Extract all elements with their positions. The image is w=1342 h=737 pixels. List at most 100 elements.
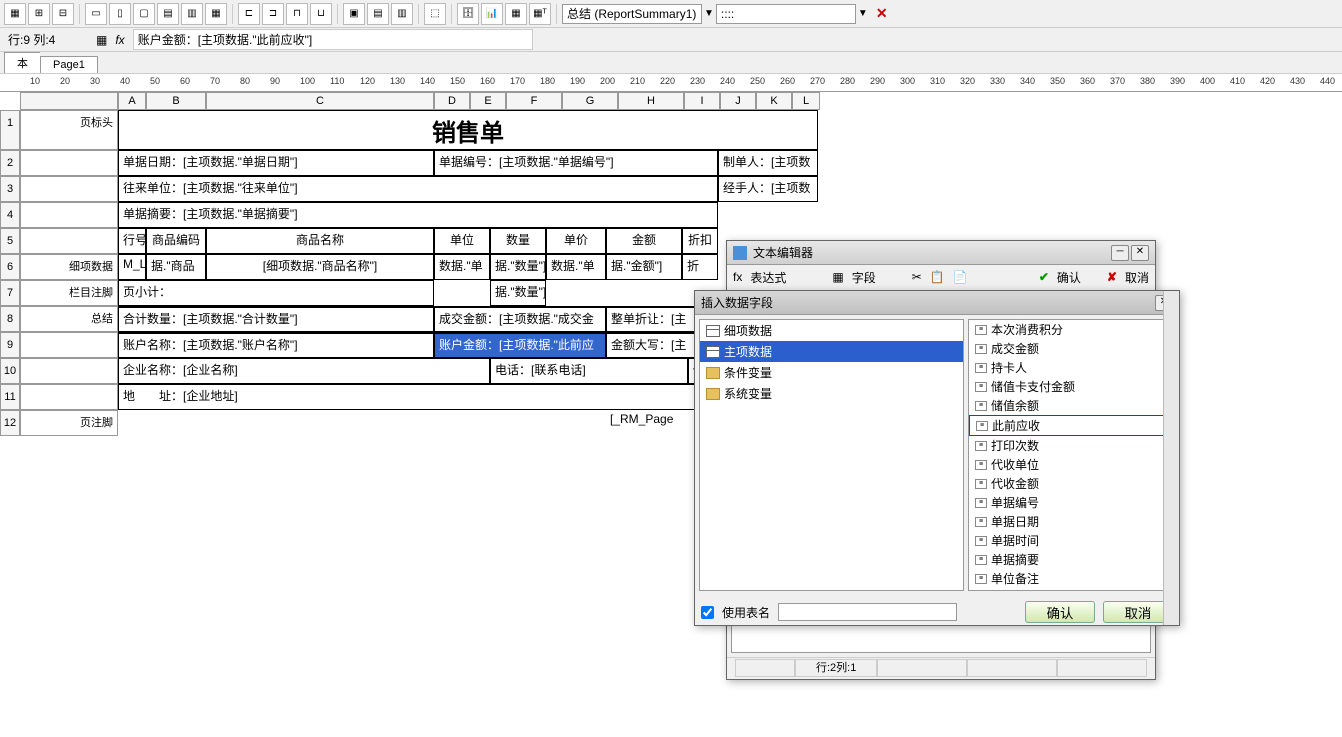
tb-btn-3[interactable]: ⊟: [52, 3, 74, 25]
tb-btn-7[interactable]: ▤: [157, 3, 179, 25]
cell-r2c1[interactable]: 单据日期：[主项数据."单据日期"]: [118, 150, 434, 176]
cell-r6-1[interactable]: M_L: [118, 254, 146, 280]
cell-r4c1[interactable]: 单据摘要：[主项数据."单据摘要"]: [118, 202, 718, 228]
cell-r2c2[interactable]: 单据编号：[主项数据."单据编号"]: [434, 150, 718, 176]
cut-icon[interactable]: ✂: [912, 270, 922, 284]
cell-r10c1[interactable]: 企业名称：[企业名称]: [118, 358, 490, 384]
field-item[interactable]: ≡持卡人: [969, 358, 1174, 377]
row-10[interactable]: 10: [0, 358, 20, 384]
tb-btn-21[interactable]: ▦ᵀ: [529, 3, 551, 25]
tab-page1[interactable]: Page1: [40, 56, 98, 73]
tb-btn-6[interactable]: ▢: [133, 3, 155, 25]
cell-r5-2[interactable]: 商品编码: [146, 228, 206, 254]
cell-r5-6[interactable]: 单价: [546, 228, 606, 254]
field-label[interactable]: 字段: [852, 269, 876, 286]
cell-r10c2[interactable]: 电话：[联系电话]: [490, 358, 688, 384]
tb-btn-20[interactable]: ▦: [505, 3, 527, 25]
row-2[interactable]: 2: [0, 150, 20, 176]
formula-content[interactable]: 账户金额：[主项数据."此前应收"]: [133, 29, 533, 50]
cell-r5-5[interactable]: 数量: [490, 228, 546, 254]
tb-btn-8[interactable]: ▥: [181, 3, 203, 25]
data-source-tree[interactable]: 细项数据 主项数据 条件变量 系统变量: [699, 319, 964, 591]
col-K[interactable]: K: [756, 92, 792, 110]
row-3[interactable]: 3: [0, 176, 20, 202]
expr-label[interactable]: 表达式: [750, 269, 786, 286]
col-C[interactable]: C: [206, 92, 434, 110]
insert-dialog-titlebar[interactable]: 插入数据字段 ✕: [695, 291, 1179, 315]
field-list[interactable]: ≡本次消费积分≡成交金额≡持卡人≡储值卡支付金额≡储值余额≡此前应收≡打印次数≡…: [968, 319, 1175, 591]
cell-r7c1[interactable]: 页小计：: [118, 280, 434, 306]
cell-r3c1[interactable]: 往来单位：[主项数据."往来单位"]: [118, 176, 718, 202]
cell-r3c2[interactable]: 经手人：[主项数: [718, 176, 818, 202]
insert-ok-button[interactable]: 确认: [1025, 601, 1095, 623]
tb-btn-12[interactable]: ⊓: [286, 3, 308, 25]
table-name-input[interactable]: [778, 603, 957, 621]
col-J[interactable]: J: [720, 92, 756, 110]
tree-item-main[interactable]: 主项数据: [700, 341, 963, 362]
cell-r6-6[interactable]: 数据."单: [546, 254, 606, 280]
col-B[interactable]: B: [146, 92, 206, 110]
minimize-icon[interactable]: ─: [1111, 245, 1129, 261]
row-8[interactable]: 8: [0, 306, 20, 332]
col-G[interactable]: G: [562, 92, 618, 110]
title-cell[interactable]: 销售单: [118, 110, 818, 150]
tab-left[interactable]: 本: [4, 52, 40, 73]
field-scrollbar[interactable]: [1163, 291, 1179, 625]
col-L[interactable]: L: [792, 92, 820, 110]
tb-btn-11[interactable]: ⊐: [262, 3, 284, 25]
small-combo[interactable]: ::::: [716, 4, 856, 24]
col-E[interactable]: E: [470, 92, 506, 110]
field-item[interactable]: ≡单据时间: [969, 531, 1174, 550]
tb-btn-14[interactable]: ▣: [343, 3, 365, 25]
tree-item-detail[interactable]: 细项数据: [700, 320, 963, 341]
tb-btn-2[interactable]: ⊞: [28, 3, 50, 25]
field-item[interactable]: ≡此前应收: [969, 415, 1174, 436]
field-item[interactable]: ≡单据编号: [969, 493, 1174, 512]
col-I[interactable]: I: [684, 92, 720, 110]
close-icon[interactable]: ✕: [1131, 245, 1149, 261]
field-item[interactable]: ≡储值卡支付金额: [969, 377, 1174, 396]
use-table-checkbox[interactable]: [701, 606, 714, 619]
tb-btn-4[interactable]: ▭: [85, 3, 107, 25]
tb-btn-19[interactable]: 📊: [481, 3, 503, 25]
field-item[interactable]: ≡单据日期: [969, 512, 1174, 531]
field-item[interactable]: ≡成交金额: [969, 339, 1174, 358]
col-D[interactable]: D: [434, 92, 470, 110]
row-7[interactable]: 7: [0, 280, 20, 306]
copy-icon[interactable]: 📋: [930, 270, 945, 284]
field-item[interactable]: ≡本次消费积分: [969, 320, 1174, 339]
cell-r8c2[interactable]: 成交金额：[主项数据."成交金: [434, 306, 606, 332]
field-item[interactable]: ≡打印次数: [969, 436, 1174, 455]
col-F[interactable]: F: [506, 92, 562, 110]
cell-r2c3[interactable]: 制单人：[主项数: [718, 150, 818, 176]
row-6[interactable]: 6: [0, 254, 20, 280]
cell-r6-3[interactable]: [细项数据."商品名称"]: [206, 254, 434, 280]
cancel-label[interactable]: 取消: [1125, 269, 1149, 286]
tree-item-sys[interactable]: 系统变量: [700, 383, 963, 404]
cell-r9c1[interactable]: 账户名称：[主项数据."账户名称"]: [118, 332, 434, 358]
cell-r6-2[interactable]: 据."商品: [146, 254, 206, 280]
field-item[interactable]: ≡单据摘要: [969, 550, 1174, 569]
field-item[interactable]: ≡代收单位: [969, 455, 1174, 474]
tb-btn-17[interactable]: ⬚: [424, 3, 446, 25]
tb-btn-13[interactable]: ⊔: [310, 3, 332, 25]
paste-icon[interactable]: 📄: [953, 270, 968, 284]
cell-r5-4[interactable]: 单位: [434, 228, 490, 254]
summary-combo[interactable]: 总结 (ReportSummary1): [562, 4, 702, 24]
tb-btn-10[interactable]: ⊏: [238, 3, 260, 25]
tb-btn-1[interactable]: ▦: [4, 3, 26, 25]
row-1[interactable]: 1: [0, 110, 20, 150]
col-A[interactable]: A: [118, 92, 146, 110]
cell-r11c1[interactable]: 地 址：[企业地址]: [118, 384, 718, 410]
tb-btn-16[interactable]: ▥: [391, 3, 413, 25]
field-item[interactable]: ≡单位备注: [969, 569, 1174, 588]
cell-r8c1[interactable]: 合计数量：[主项数据."合计数量"]: [118, 306, 434, 332]
cell-r5-3[interactable]: 商品名称: [206, 228, 434, 254]
cell-r5-7[interactable]: 金额: [606, 228, 682, 254]
cell-r7c2[interactable]: 据."数量"]: [490, 280, 546, 306]
tb-btn-5[interactable]: ▯: [109, 3, 131, 25]
row-11[interactable]: 11: [0, 384, 20, 410]
row-12[interactable]: 12: [0, 410, 20, 436]
cell-r6-7[interactable]: 据."金额"]: [606, 254, 682, 280]
ok-label[interactable]: 确认: [1057, 269, 1081, 286]
